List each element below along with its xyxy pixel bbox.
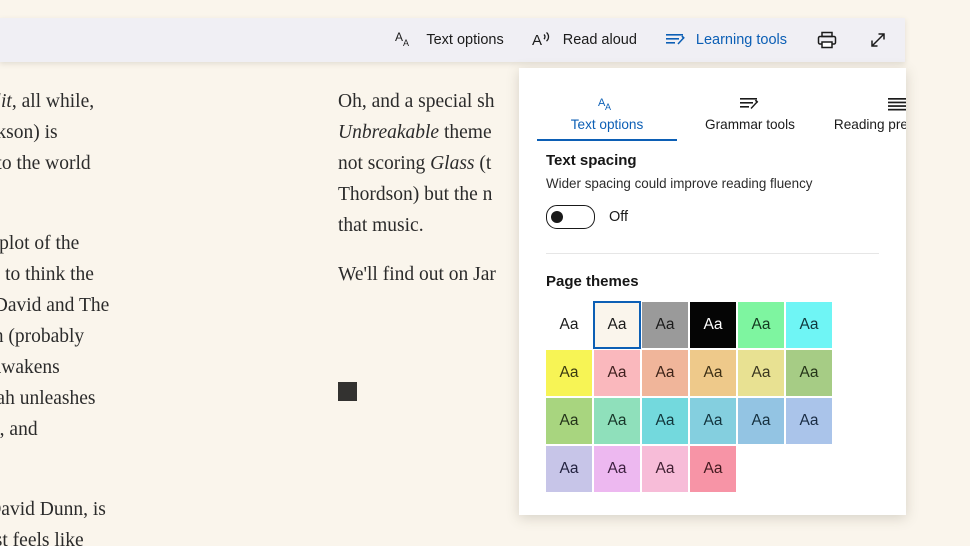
text-options-flyout: A A Text options Grammar tools Reading p… — [519, 68, 906, 515]
page-theme-swatch[interactable]: Aa — [786, 302, 832, 348]
content-placeholder-block — [338, 382, 357, 401]
page-theme-swatch[interactable]: Aa — [738, 302, 784, 348]
page-theme-swatch[interactable]: Aa — [594, 398, 640, 444]
svg-text:A: A — [605, 102, 611, 112]
paragraph: y shows us the plot of themalan wants us… — [0, 233, 110, 440]
learning-tools-icon — [665, 29, 687, 51]
article-text-column-left: Avoy) from Split, all while,(Samuel L. J… — [0, 86, 280, 546]
page-theme-swatch[interactable]: Aa — [642, 446, 688, 492]
page-theme-swatch[interactable]: Aa — [594, 350, 640, 396]
svg-text:A: A — [532, 32, 542, 49]
page-theme-swatch[interactable]: Aa — [690, 350, 736, 396]
page-theme-swatch[interactable]: Aa — [786, 398, 832, 444]
text-spacing-description: Wider spacing could improve reading flue… — [546, 176, 813, 191]
text-options-icon: A A — [594, 95, 620, 114]
reading-view-screen: Avoy) from Split, all while,(Samuel L. J… — [0, 0, 970, 546]
page-theme-swatch[interactable]: Aa — [593, 301, 641, 349]
toolbar-item-learning-tools[interactable]: Learning tools — [651, 18, 801, 62]
tab-grammar-tools[interactable]: Grammar tools — [681, 91, 819, 132]
print-icon — [816, 29, 838, 51]
page-theme-swatch[interactable]: Aa — [594, 446, 640, 492]
page-theme-swatch[interactable]: Aa — [642, 398, 688, 444]
page-theme-swatch[interactable]: Aa — [642, 302, 688, 348]
flyout-tablist: A A Text options Grammar tools Reading p… — [519, 68, 906, 141]
page-themes-title: Page themes — [546, 273, 639, 290]
toolbar-item-label: Learning tools — [695, 32, 787, 48]
tab-active-indicator — [537, 138, 677, 141]
tab-reading-preferences[interactable]: Reading preferences — [819, 91, 906, 132]
section-divider — [546, 253, 879, 254]
page-theme-swatch[interactable]: Aa — [738, 398, 784, 444]
tab-label: Reading preferences — [833, 117, 906, 132]
expand-icon — [868, 29, 890, 51]
tab-label: Grammar tools — [705, 117, 795, 132]
text-spacing-toggle[interactable] — [546, 205, 595, 229]
page-theme-swatch[interactable]: Aa — [642, 350, 688, 396]
page-theme-swatch[interactable]: Aa — [738, 350, 784, 396]
page-theme-swatch[interactable]: Aa — [690, 446, 736, 492]
tab-label: Text options — [570, 117, 644, 132]
page-theme-swatch[interactable]: Aa — [690, 302, 736, 348]
page-theme-swatch[interactable]: Aa — [786, 350, 832, 396]
svg-text:A: A — [403, 38, 409, 48]
toolbar-item-label: Read aloud — [562, 32, 637, 48]
toolbar-item-text-options[interactable]: A A Text options — [381, 18, 517, 62]
page-theme-swatch[interactable]: Aa — [546, 350, 592, 396]
page-theme-swatch[interactable]: Aa — [546, 398, 592, 444]
toggle-knob — [551, 211, 563, 223]
paragraph: like the hero, David Dunn, isIn fact, it… — [0, 499, 106, 546]
text-spacing-state-label: Off — [609, 209, 629, 225]
svg-text:A: A — [395, 30, 403, 44]
text-spacing-row: Off — [546, 205, 879, 229]
tab-text-options[interactable]: A A Text options — [533, 91, 681, 141]
text-spacing-title: Text spacing — [546, 152, 637, 169]
toolbar-item-expand[interactable] — [853, 18, 905, 62]
paragraph: Avoy) from Split, all while,(Samuel L. J… — [0, 91, 95, 174]
flyout-body: Text spacing Wider spacing could improve… — [519, 132, 906, 492]
toolbar-item-read-aloud[interactable]: A Read aloud — [518, 18, 651, 62]
page-theme-swatch[interactable]: Aa — [546, 302, 592, 348]
page-theme-swatch[interactable]: Aa — [546, 446, 592, 492]
read-aloud-icon: A — [532, 29, 554, 51]
reading-view-toolbar: A A Text options A Read aloud Learning t… — [0, 18, 905, 62]
grammar-tools-icon — [737, 95, 763, 114]
page-themes-grid: Aa Aa Aa Aa Aa Aa Aa Aa Aa Aa Aa Aa Aa Aa Aa Aa Aa Aa Aa Aa… — [546, 301, 879, 492]
toolbar-item-label: Text options — [426, 32, 504, 48]
toolbar-item-print[interactable] — [801, 18, 853, 62]
page-theme-swatch[interactable]: Aa — [690, 398, 736, 444]
text-options-icon: A A — [395, 29, 417, 51]
reading-preferences-icon — [884, 95, 906, 114]
